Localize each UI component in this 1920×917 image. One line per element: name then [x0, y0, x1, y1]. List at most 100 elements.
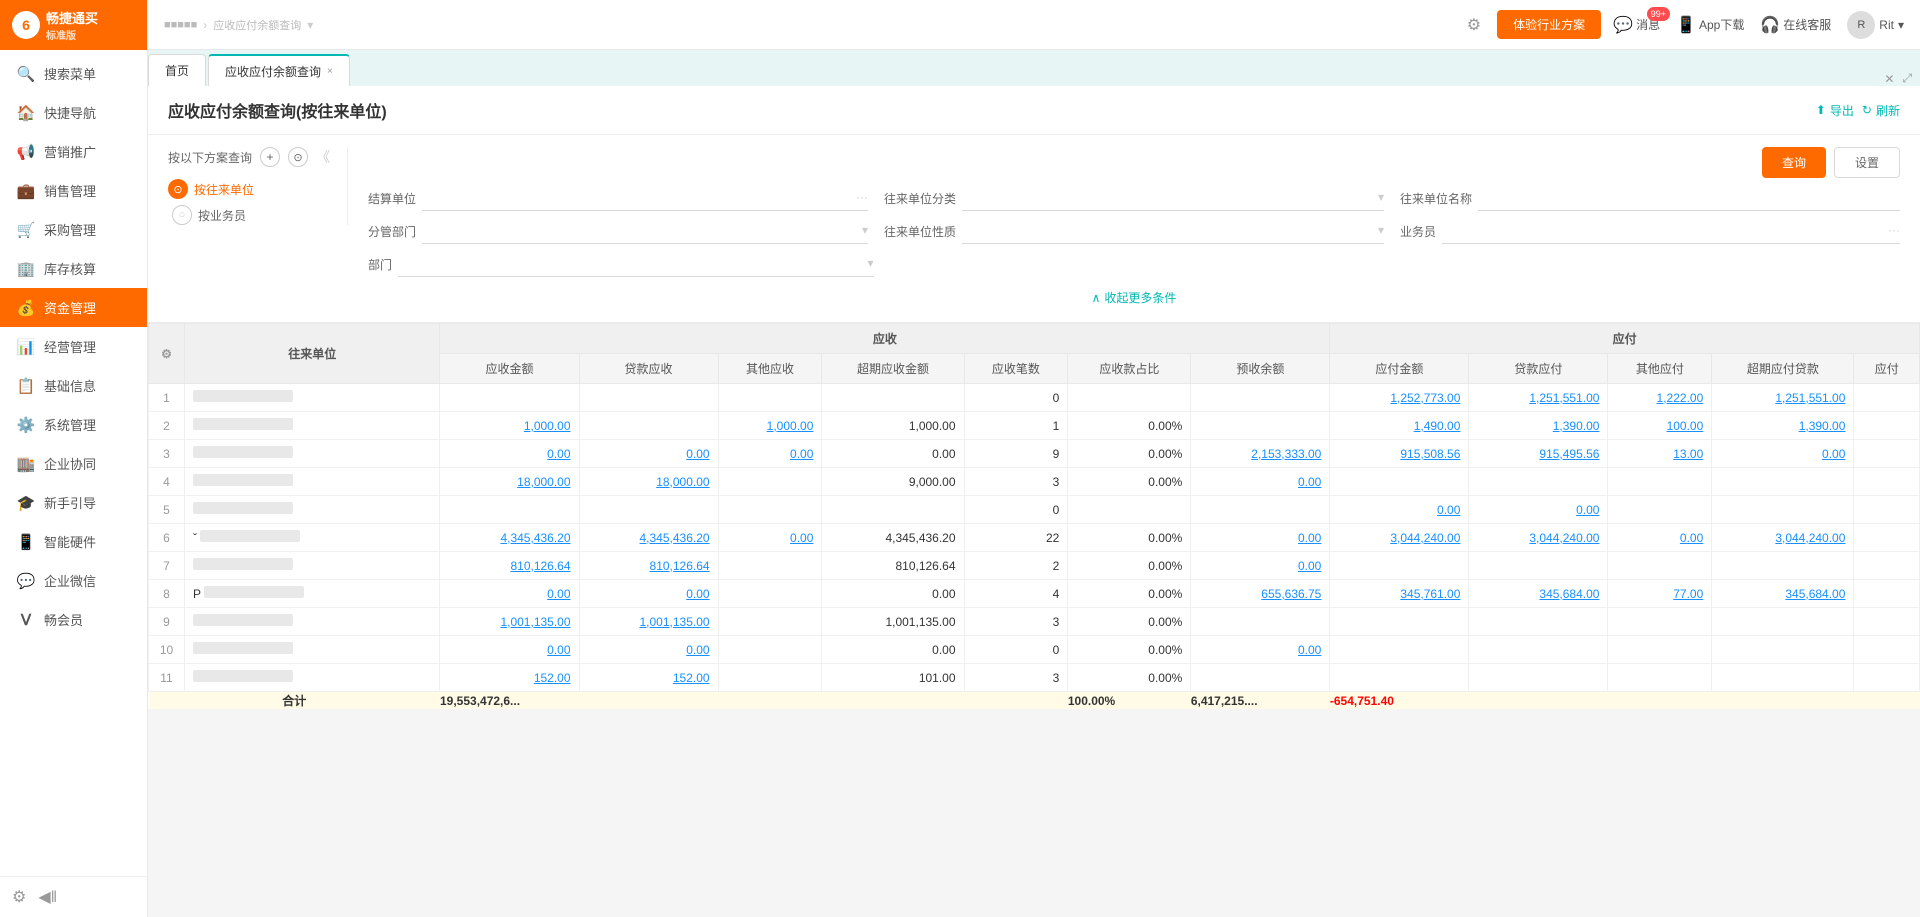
- cell-link[interactable]: 915,508.56: [1400, 447, 1460, 461]
- breadcrumb-dropdown[interactable]: ▾: [307, 18, 313, 32]
- cell-link[interactable]: 0.00: [1298, 559, 1321, 573]
- cell-link[interactable]: 2,153,333.00: [1251, 447, 1321, 461]
- cell-link[interactable]: 1,251,551.00: [1775, 391, 1845, 405]
- cell-link[interactable]: 1,000.00: [767, 419, 814, 433]
- wanglai-fen-input[interactable]: [962, 186, 1378, 208]
- tab-close-icon[interactable]: ×: [327, 66, 333, 77]
- wanglai-name-input[interactable]: [1478, 186, 1900, 208]
- fenguan-input[interactable]: [422, 219, 862, 241]
- sidebar-item-inventory[interactable]: 🏢 库存核算: [0, 249, 147, 288]
- cell-link[interactable]: 0.00: [547, 447, 570, 461]
- table-settings-icon[interactable]: ⚙: [161, 347, 172, 361]
- cell-link[interactable]: 0.00: [1822, 447, 1845, 461]
- sidebar-item-search[interactable]: 🔍 搜索菜单: [0, 54, 147, 93]
- sidebar-item-system[interactable]: ⚙️ 系统管理: [0, 405, 147, 444]
- close-window-icon[interactable]: ✕: [1884, 72, 1894, 86]
- message-btn[interactable]: 💬 消息 99+: [1613, 15, 1660, 35]
- scheme-option-2[interactable]: ○ 按业务员: [168, 205, 331, 225]
- sidebar-item-corp[interactable]: 🏬 企业协同: [0, 444, 147, 483]
- cell-link[interactable]: 0.00: [1298, 475, 1321, 489]
- cell-link[interactable]: 0.00: [686, 587, 709, 601]
- set-scheme-button[interactable]: ⊙: [288, 147, 308, 167]
- cell-link[interactable]: 0.00: [547, 587, 570, 601]
- wanglai-xing-input[interactable]: [962, 219, 1378, 241]
- cell-link[interactable]: 4,345,436.20: [500, 531, 570, 545]
- export-button[interactable]: ⬆ 导出: [1816, 102, 1854, 119]
- cell-link[interactable]: 0.00: [1680, 531, 1703, 545]
- wanglai-xing-arrow[interactable]: ▾: [1378, 223, 1384, 237]
- cell-link[interactable]: 810,126.64: [510, 559, 570, 573]
- sidebar-item-business[interactable]: 📊 经营管理: [0, 327, 147, 366]
- collapse-scheme-btn[interactable]: 《: [316, 147, 330, 167]
- cell-link[interactable]: 0.00: [547, 643, 570, 657]
- cell-link[interactable]: 3,044,240.00: [1529, 531, 1599, 545]
- cell-link[interactable]: 1,252,773.00: [1390, 391, 1460, 405]
- filter-collapse-btn[interactable]: ∧ 收起更多条件: [368, 285, 1900, 310]
- yewu-input[interactable]: [1442, 219, 1888, 241]
- cell-link[interactable]: 0.00: [686, 643, 709, 657]
- maximize-icon[interactable]: ⤢: [1902, 71, 1912, 86]
- user-dropdown-icon[interactable]: ▾: [1898, 18, 1904, 32]
- sidebar-item-marketing[interactable]: 📢 营销推广: [0, 132, 147, 171]
- cell-link[interactable]: 18,000.00: [517, 475, 570, 489]
- cell-link[interactable]: 4,345,436.20: [640, 531, 710, 545]
- col-settings[interactable]: ⚙: [149, 324, 185, 384]
- cell-link[interactable]: 0.00: [686, 447, 709, 461]
- sidebar-item-purchase[interactable]: 🛒 采购管理: [0, 210, 147, 249]
- cell-link[interactable]: 152.00: [673, 671, 710, 685]
- add-scheme-button[interactable]: +: [260, 147, 280, 167]
- cell-link[interactable]: 1,251,551.00: [1529, 391, 1599, 405]
- jiesuan-input[interactable]: [422, 186, 856, 208]
- sidebar-item-wechat[interactable]: 💬 企业微信: [0, 561, 147, 600]
- cell-link[interactable]: 152.00: [534, 671, 571, 685]
- cell-link[interactable]: 77.00: [1673, 587, 1703, 601]
- cell-link[interactable]: 3,044,240.00: [1775, 531, 1845, 545]
- sidebar-item-hardware[interactable]: 📱 智能硬件: [0, 522, 147, 561]
- cell-link[interactable]: 3,044,240.00: [1390, 531, 1460, 545]
- scheme-option-1[interactable]: ⊙ 按往来单位: [168, 179, 331, 199]
- sidebar-item-sales[interactable]: 💼 销售管理: [0, 171, 147, 210]
- cell-link[interactable]: 1,001,135.00: [640, 615, 710, 629]
- settings-footer-btn[interactable]: ⚙: [12, 887, 26, 907]
- sidebar-item-guide[interactable]: 🎓 新手引导: [0, 483, 147, 522]
- cell-link[interactable]: 0.00: [1298, 643, 1321, 657]
- cell-link[interactable]: 345,761.00: [1400, 587, 1460, 601]
- bumen-arrow[interactable]: ▾: [868, 256, 874, 270]
- bumen-input[interactable]: [398, 252, 868, 274]
- cell-link[interactable]: 1,222.00: [1657, 391, 1704, 405]
- cell-link[interactable]: 13.00: [1673, 447, 1703, 461]
- cell-link[interactable]: 100.00: [1667, 419, 1704, 433]
- cell-link[interactable]: 345,684.00: [1539, 587, 1599, 601]
- sidebar-item-member[interactable]: Ⅴ 畅会员: [0, 600, 147, 639]
- jiesuan-dots[interactable]: ···: [856, 190, 868, 204]
- collapse-footer-btn[interactable]: ◀‖: [38, 887, 57, 907]
- app-download-btn[interactable]: 📱 App下载: [1676, 15, 1744, 35]
- cell-link[interactable]: 810,126.64: [650, 559, 710, 573]
- topbar-gear-icon[interactable]: ⚙: [1467, 15, 1481, 35]
- user-area[interactable]: R Rit ▾: [1847, 11, 1904, 39]
- sidebar-item-finance[interactable]: 💰 资金管理: [0, 288, 147, 327]
- promo-button[interactable]: 体验行业方案: [1497, 10, 1601, 39]
- cell-link[interactable]: 1,390.00: [1799, 419, 1846, 433]
- tab-home[interactable]: 首页: [148, 54, 206, 86]
- online-service-btn[interactable]: 🎧 在线客服: [1760, 15, 1831, 35]
- sidebar-item-base[interactable]: 📋 基础信息: [0, 366, 147, 405]
- cell-link[interactable]: 1,001,135.00: [500, 615, 570, 629]
- cell-link[interactable]: 915,495.56: [1539, 447, 1599, 461]
- cell-link[interactable]: 0.00: [1437, 503, 1460, 517]
- query-button[interactable]: 查询: [1762, 147, 1826, 178]
- cell-link[interactable]: 1,390.00: [1553, 419, 1600, 433]
- refresh-button[interactable]: ↻ 刷新: [1862, 102, 1900, 119]
- cell-link[interactable]: 0.00: [1576, 503, 1599, 517]
- cell-link[interactable]: 18,000.00: [656, 475, 709, 489]
- tab-active[interactable]: 应收应付余额查询 ×: [208, 54, 350, 86]
- cell-link[interactable]: 0.00: [790, 447, 813, 461]
- cell-link[interactable]: 345,684.00: [1785, 587, 1845, 601]
- cell-link[interactable]: 0.00: [1298, 531, 1321, 545]
- cell-link[interactable]: 0.00: [790, 531, 813, 545]
- cell-link[interactable]: 1,490.00: [1414, 419, 1461, 433]
- cell-link[interactable]: 1,000.00: [524, 419, 571, 433]
- yewu-dots[interactable]: ···: [1888, 223, 1900, 237]
- settings-button[interactable]: 设置: [1834, 147, 1900, 178]
- fenguan-arrow[interactable]: ▾: [862, 223, 868, 237]
